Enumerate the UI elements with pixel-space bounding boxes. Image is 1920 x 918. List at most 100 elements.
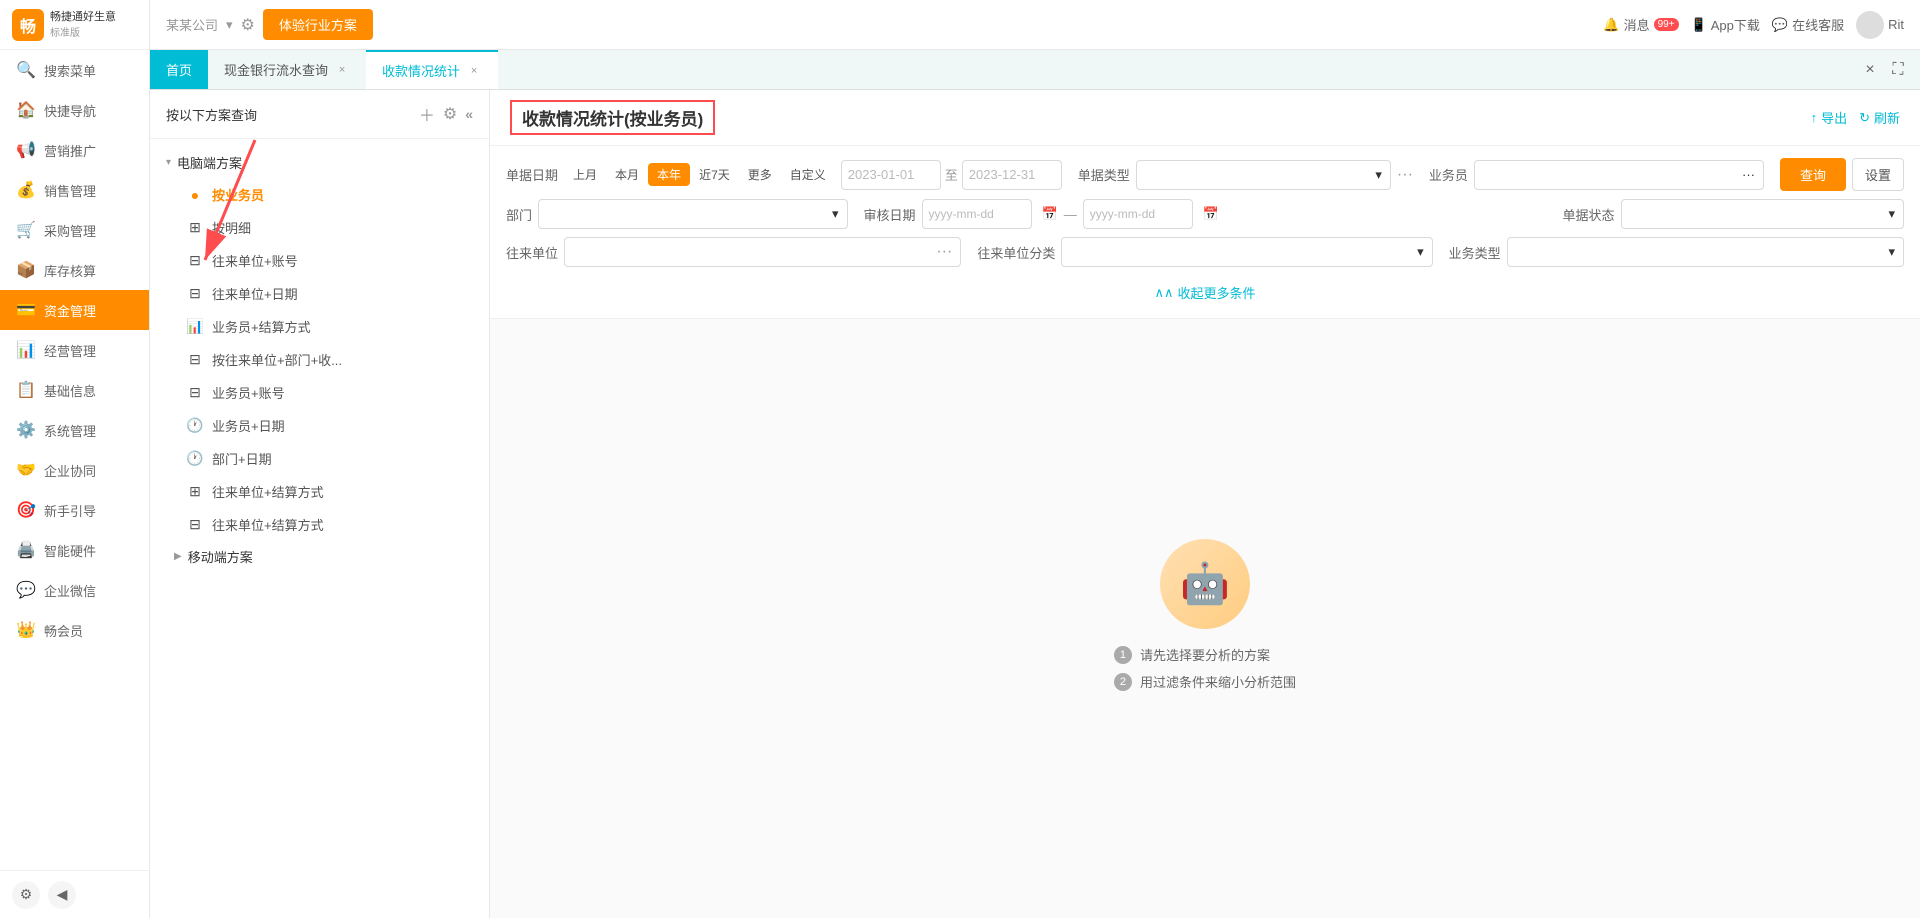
date-end-value: 2023-12-31 — [969, 167, 1036, 182]
logo-name: 畅捷通好生意 — [50, 10, 116, 24]
date-btn-7days[interactable]: 近7天 — [690, 163, 739, 186]
audit-date-start-input[interactable]: yyyy-mm-dd — [922, 199, 1032, 229]
date-btn-last-month[interactable]: 上月 — [564, 163, 606, 186]
doc-type-more-btn[interactable]: ··· — [1397, 166, 1413, 184]
tab-expand-btn[interactable]: ⛶ — [1884, 56, 1912, 84]
collapse-button[interactable]: ∧∧ 收起更多条件 — [506, 283, 1904, 302]
app-download-label: App下载 — [1711, 15, 1760, 34]
online-service[interactable]: 💬 在线客服 — [1772, 15, 1844, 34]
tree-item-unit-settlement2[interactable]: ⊟ 往来单位+结算方式 — [150, 508, 489, 541]
app-download[interactable]: 📱 App下载 — [1691, 15, 1760, 34]
tree-item-unit-settlement1[interactable]: ⊞ 往来单位+结算方式 — [150, 475, 489, 508]
date-separator: 至 — [945, 165, 958, 184]
message-notif[interactable]: 🔔 消息 99+ — [1603, 15, 1678, 34]
salesperson-account-icon: ⊟ — [186, 384, 204, 401]
tab-close-all-btn[interactable]: × — [1856, 56, 1884, 84]
tree-item-salesperson-date[interactable]: 🕐 业务员+日期 — [150, 409, 489, 442]
tab-collection-stats[interactable]: 收款情况统计 × — [366, 50, 498, 89]
hardware-icon: 🖨️ — [16, 540, 36, 560]
tree-item-unit-account[interactable]: ⊟ 往来单位+账号 — [150, 244, 489, 277]
sidebar-label-newbie: 新手引导 — [44, 501, 96, 520]
export-button[interactable]: ↑ 导出 — [1811, 108, 1848, 127]
date-start-input[interactable]: 2023-01-01 — [841, 160, 941, 190]
sidebar-item-sales[interactable]: 💰 销售管理 — [0, 170, 149, 210]
page-title-section: 收款情况统计(按业务员) ↑ 导出 ↻ 刷新 — [490, 90, 1920, 146]
tree-item-salesperson-settlement[interactable]: 📊 业务员+结算方式 — [150, 310, 489, 343]
trial-button[interactable]: 体验行业方案 — [263, 9, 373, 40]
sidebar-item-operation[interactable]: 📊 经营管理 — [0, 330, 149, 370]
dept-select[interactable]: ▾ — [538, 199, 847, 229]
date-btn-more[interactable]: 更多 — [739, 163, 781, 186]
sidebar-item-finance[interactable]: 💳 资金管理 — [0, 290, 149, 330]
sidebar-label-wechat: 企业微信 — [44, 581, 96, 600]
tab-collection-stats-close-icon[interactable]: × — [466, 63, 482, 79]
audit-date-end-input[interactable]: yyyy-mm-dd — [1083, 199, 1193, 229]
add-scheme-btn[interactable]: ＋ — [419, 102, 435, 126]
empty-tips: 1 请先选择要分析的方案 2 用过滤条件来缩小分析范围 — [1114, 645, 1296, 699]
date-btn-custom[interactable]: 自定义 — [781, 163, 835, 186]
sidebar-item-quick-nav[interactable]: 🏠 快捷导航 — [0, 90, 149, 130]
doc-type-chevron: ▾ — [1375, 167, 1382, 183]
mobile-group-title[interactable]: ▶ 移动端方案 — [150, 541, 489, 572]
doc-status-select[interactable]: ▾ — [1621, 199, 1904, 229]
export-label: 导出 — [1821, 108, 1847, 127]
header-gear-icon[interactable]: ⚙ — [241, 15, 255, 35]
biz-type-select[interactable]: ▾ — [1507, 237, 1904, 267]
sidebar-item-hardware[interactable]: 🖨️ 智能硬件 — [0, 530, 149, 570]
refresh-button[interactable]: ↻ 刷新 — [1859, 108, 1900, 127]
audit-end-cal-icon[interactable]: 📅 — [1203, 206, 1219, 222]
sidebar-item-wechat[interactable]: 💬 企业微信 — [0, 570, 149, 610]
salesperson-select[interactable]: ··· — [1474, 160, 1764, 190]
counterparty-category-select[interactable]: ▾ — [1061, 237, 1432, 267]
user-profile[interactable]: Rit — [1856, 11, 1904, 39]
salesperson-date-icon: 🕐 — [186, 417, 204, 434]
unit-settlement1-icon: ⊞ — [186, 483, 204, 500]
tree-item-salesperson-account[interactable]: ⊟ 业务员+账号 — [150, 376, 489, 409]
sidebar-item-marketing[interactable]: 📢 营销推广 — [0, 130, 149, 170]
tip1-text: 请先选择要分析的方案 — [1140, 645, 1270, 664]
tree-item-dept-date[interactable]: 🕐 部门+日期 — [150, 442, 489, 475]
unit-settlement1-label: 往来单位+结算方式 — [212, 482, 324, 501]
tab-home[interactable]: 首页 — [150, 50, 208, 89]
tree-item-unit-dept-revenue[interactable]: ⊟ 按往来单位+部门+收... — [150, 343, 489, 376]
filter-doc-status-field: 单据状态 ▾ — [1563, 199, 1905, 229]
member-icon: 👑 — [16, 620, 36, 640]
sidebar-item-inventory[interactable]: 📦 库存核算 — [0, 250, 149, 290]
tab-bank-flow[interactable]: 现金银行流水查询 × — [208, 50, 366, 89]
settings-button[interactable]: 设置 — [1852, 158, 1904, 191]
audit-end-placeholder: yyyy-mm-dd — [1090, 207, 1155, 221]
tree-item-by-salesperson[interactable]: ● 按业务员 — [150, 178, 489, 211]
counterparty-select[interactable]: ··· — [564, 237, 961, 267]
sidebar-item-enterprise[interactable]: 🤝 企业协同 — [0, 450, 149, 490]
counterparty-dots-btn[interactable]: ··· — [936, 243, 952, 261]
filter-counterparty-category-field: 往来单位分类 ▾ — [977, 237, 1432, 267]
sidebar-item-basic[interactable]: 📋 基础信息 — [0, 370, 149, 410]
sidebar-nav: 🔍 搜索菜单 🏠 快捷导航 📢 营销推广 💰 销售管理 🛒 采购管理 📦 库存核… — [0, 50, 149, 870]
sidebar-item-purchase[interactable]: 🛒 采购管理 — [0, 210, 149, 250]
scheme-settings-btn[interactable]: ⚙ — [443, 104, 457, 124]
doc-type-select[interactable]: ▾ — [1136, 160, 1391, 190]
date-btn-this-month[interactable]: 本月 — [606, 163, 648, 186]
query-button[interactable]: 查询 — [1780, 158, 1846, 191]
tab-bank-flow-close-icon[interactable]: × — [334, 62, 350, 78]
sidebar-item-system[interactable]: ⚙️ 系统管理 — [0, 410, 149, 450]
unit-dept-revenue-label: 按往来单位+部门+收... — [212, 350, 342, 369]
collapse-icon: ∧∧ — [1154, 285, 1173, 301]
sidebar-item-member[interactable]: 👑 畅会员 — [0, 610, 149, 650]
sidebar-settings-btn[interactable]: ⚙ — [12, 881, 40, 909]
empty-state-content: 🤖 1 请先选择要分析的方案 2 用过滤条件来缩小分析范围 — [1114, 539, 1296, 699]
audit-start-cal-icon[interactable]: 📅 — [1042, 206, 1058, 222]
date-btn-this-year[interactable]: 本年 — [648, 163, 690, 186]
refresh-label: 刷新 — [1874, 108, 1900, 127]
notification-area: 🔔 消息 99+ 📱 App下载 💬 在线客服 Rit — [1603, 11, 1904, 39]
unit-settlement2-icon: ⊟ — [186, 516, 204, 533]
date-end-input[interactable]: 2023-12-31 — [962, 160, 1062, 190]
tree-item-unit-date[interactable]: ⊟ 往来单位+日期 — [150, 277, 489, 310]
tree-item-by-detail[interactable]: ⊞ 按明细 — [150, 211, 489, 244]
desktop-group-title[interactable]: ▾ 电脑端方案 — [150, 147, 489, 178]
sidebar-item-newbie[interactable]: 🎯 新手引导 — [0, 490, 149, 530]
sidebar-item-search-menu[interactable]: 🔍 搜索菜单 — [0, 50, 149, 90]
scheme-collapse-btn[interactable]: « — [465, 106, 473, 122]
desktop-group-label: 电脑端方案 — [177, 153, 242, 172]
sidebar-collapse-btn[interactable]: ◀ — [48, 881, 76, 909]
